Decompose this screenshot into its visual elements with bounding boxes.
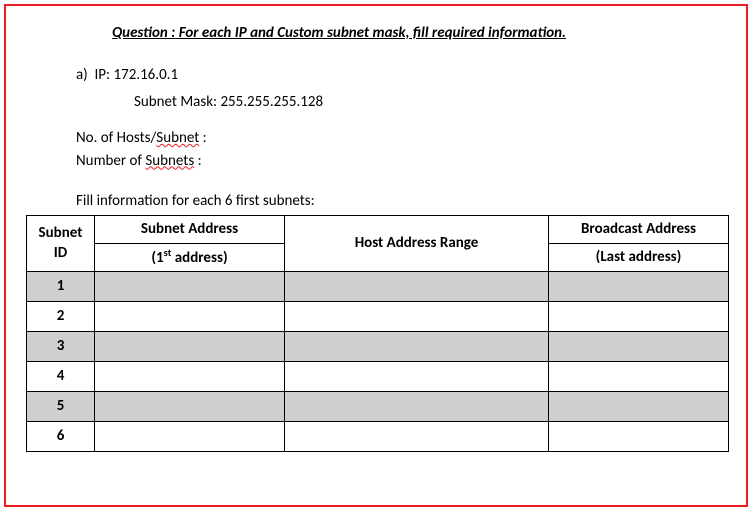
cell-subnet-id: 2 xyxy=(27,301,95,331)
hosts-suffix: : xyxy=(199,129,206,147)
table-row: 1 xyxy=(27,271,729,301)
mask-label: Subnet Mask: xyxy=(134,93,217,111)
th-subnet-id: Subnet ID xyxy=(27,215,95,271)
th-subnet-addr-bot: (1st address) xyxy=(95,243,285,271)
hosts-prefix: No. of Hosts/ xyxy=(76,129,156,147)
fill-instruction: Fill information for each 6 first subnet… xyxy=(76,190,726,213)
cell-broadcast[interactable] xyxy=(549,271,729,301)
th-broadcast-bot: (Last address) xyxy=(549,243,729,271)
cell-subnet-id: 4 xyxy=(27,361,95,391)
cell-broadcast[interactable] xyxy=(549,391,729,421)
question-text: For each IP and Custom subnet mask, fill… xyxy=(175,24,566,42)
addr-bot-post: address) xyxy=(171,249,227,267)
subnets-wavy: Subnets xyxy=(145,152,194,170)
table-body: 123456 xyxy=(27,271,729,451)
question-label: Question : xyxy=(112,24,175,42)
mask-value: 255.255.255.128 xyxy=(220,93,323,111)
question-heading: Question : For each IP and Custom subnet… xyxy=(112,24,726,42)
th-broadcast-top: Broadcast Address xyxy=(549,215,729,243)
table-row: 4 xyxy=(27,361,729,391)
cell-subnet-addr[interactable] xyxy=(95,331,285,361)
cell-subnet-addr[interactable] xyxy=(95,361,285,391)
ip-value: 172.16.0.1 xyxy=(113,66,178,84)
part-letter: a) xyxy=(76,66,88,84)
cell-host-range[interactable] xyxy=(285,331,549,361)
cell-subnet-id: 6 xyxy=(27,421,95,451)
table-row: 2 xyxy=(27,301,729,331)
cell-broadcast[interactable] xyxy=(549,301,729,331)
th-subnet-addr-top: Subnet Address xyxy=(95,215,285,243)
cell-subnet-id: 5 xyxy=(27,391,95,421)
hosts-wavy: Subnet xyxy=(156,129,199,147)
cell-host-range[interactable] xyxy=(285,391,549,421)
cell-host-range[interactable] xyxy=(285,421,549,451)
cell-host-range[interactable] xyxy=(285,271,549,301)
table-row: 3 xyxy=(27,331,729,361)
cell-host-range[interactable] xyxy=(285,301,549,331)
cell-subnet-id: 3 xyxy=(27,331,95,361)
cell-subnet-addr[interactable] xyxy=(95,421,285,451)
subnets-suffix: : xyxy=(194,152,201,170)
part-a-block: a) IP: 172.16.0.1 Subnet Mask: 255.255.2… xyxy=(76,64,726,213)
cell-subnet-addr[interactable] xyxy=(95,391,285,421)
th-host-range: Host Address Range xyxy=(285,215,549,271)
table-row: 5 xyxy=(27,391,729,421)
table-row: 6 xyxy=(27,421,729,451)
subnet-table: Subnet ID Subnet Address Host Address Ra… xyxy=(26,215,729,452)
cell-subnet-addr[interactable] xyxy=(95,271,285,301)
cell-broadcast[interactable] xyxy=(549,331,729,361)
cell-broadcast[interactable] xyxy=(549,361,729,391)
cell-subnet-addr[interactable] xyxy=(95,301,285,331)
cell-host-range[interactable] xyxy=(285,361,549,391)
ip-label: IP: xyxy=(95,66,111,84)
cell-subnet-id: 1 xyxy=(27,271,95,301)
cell-broadcast[interactable] xyxy=(549,421,729,451)
addr-bot-pre: (1 xyxy=(151,249,163,267)
document-frame: Question : For each IP and Custom subnet… xyxy=(4,4,748,507)
subnets-prefix: Number of xyxy=(76,152,145,170)
